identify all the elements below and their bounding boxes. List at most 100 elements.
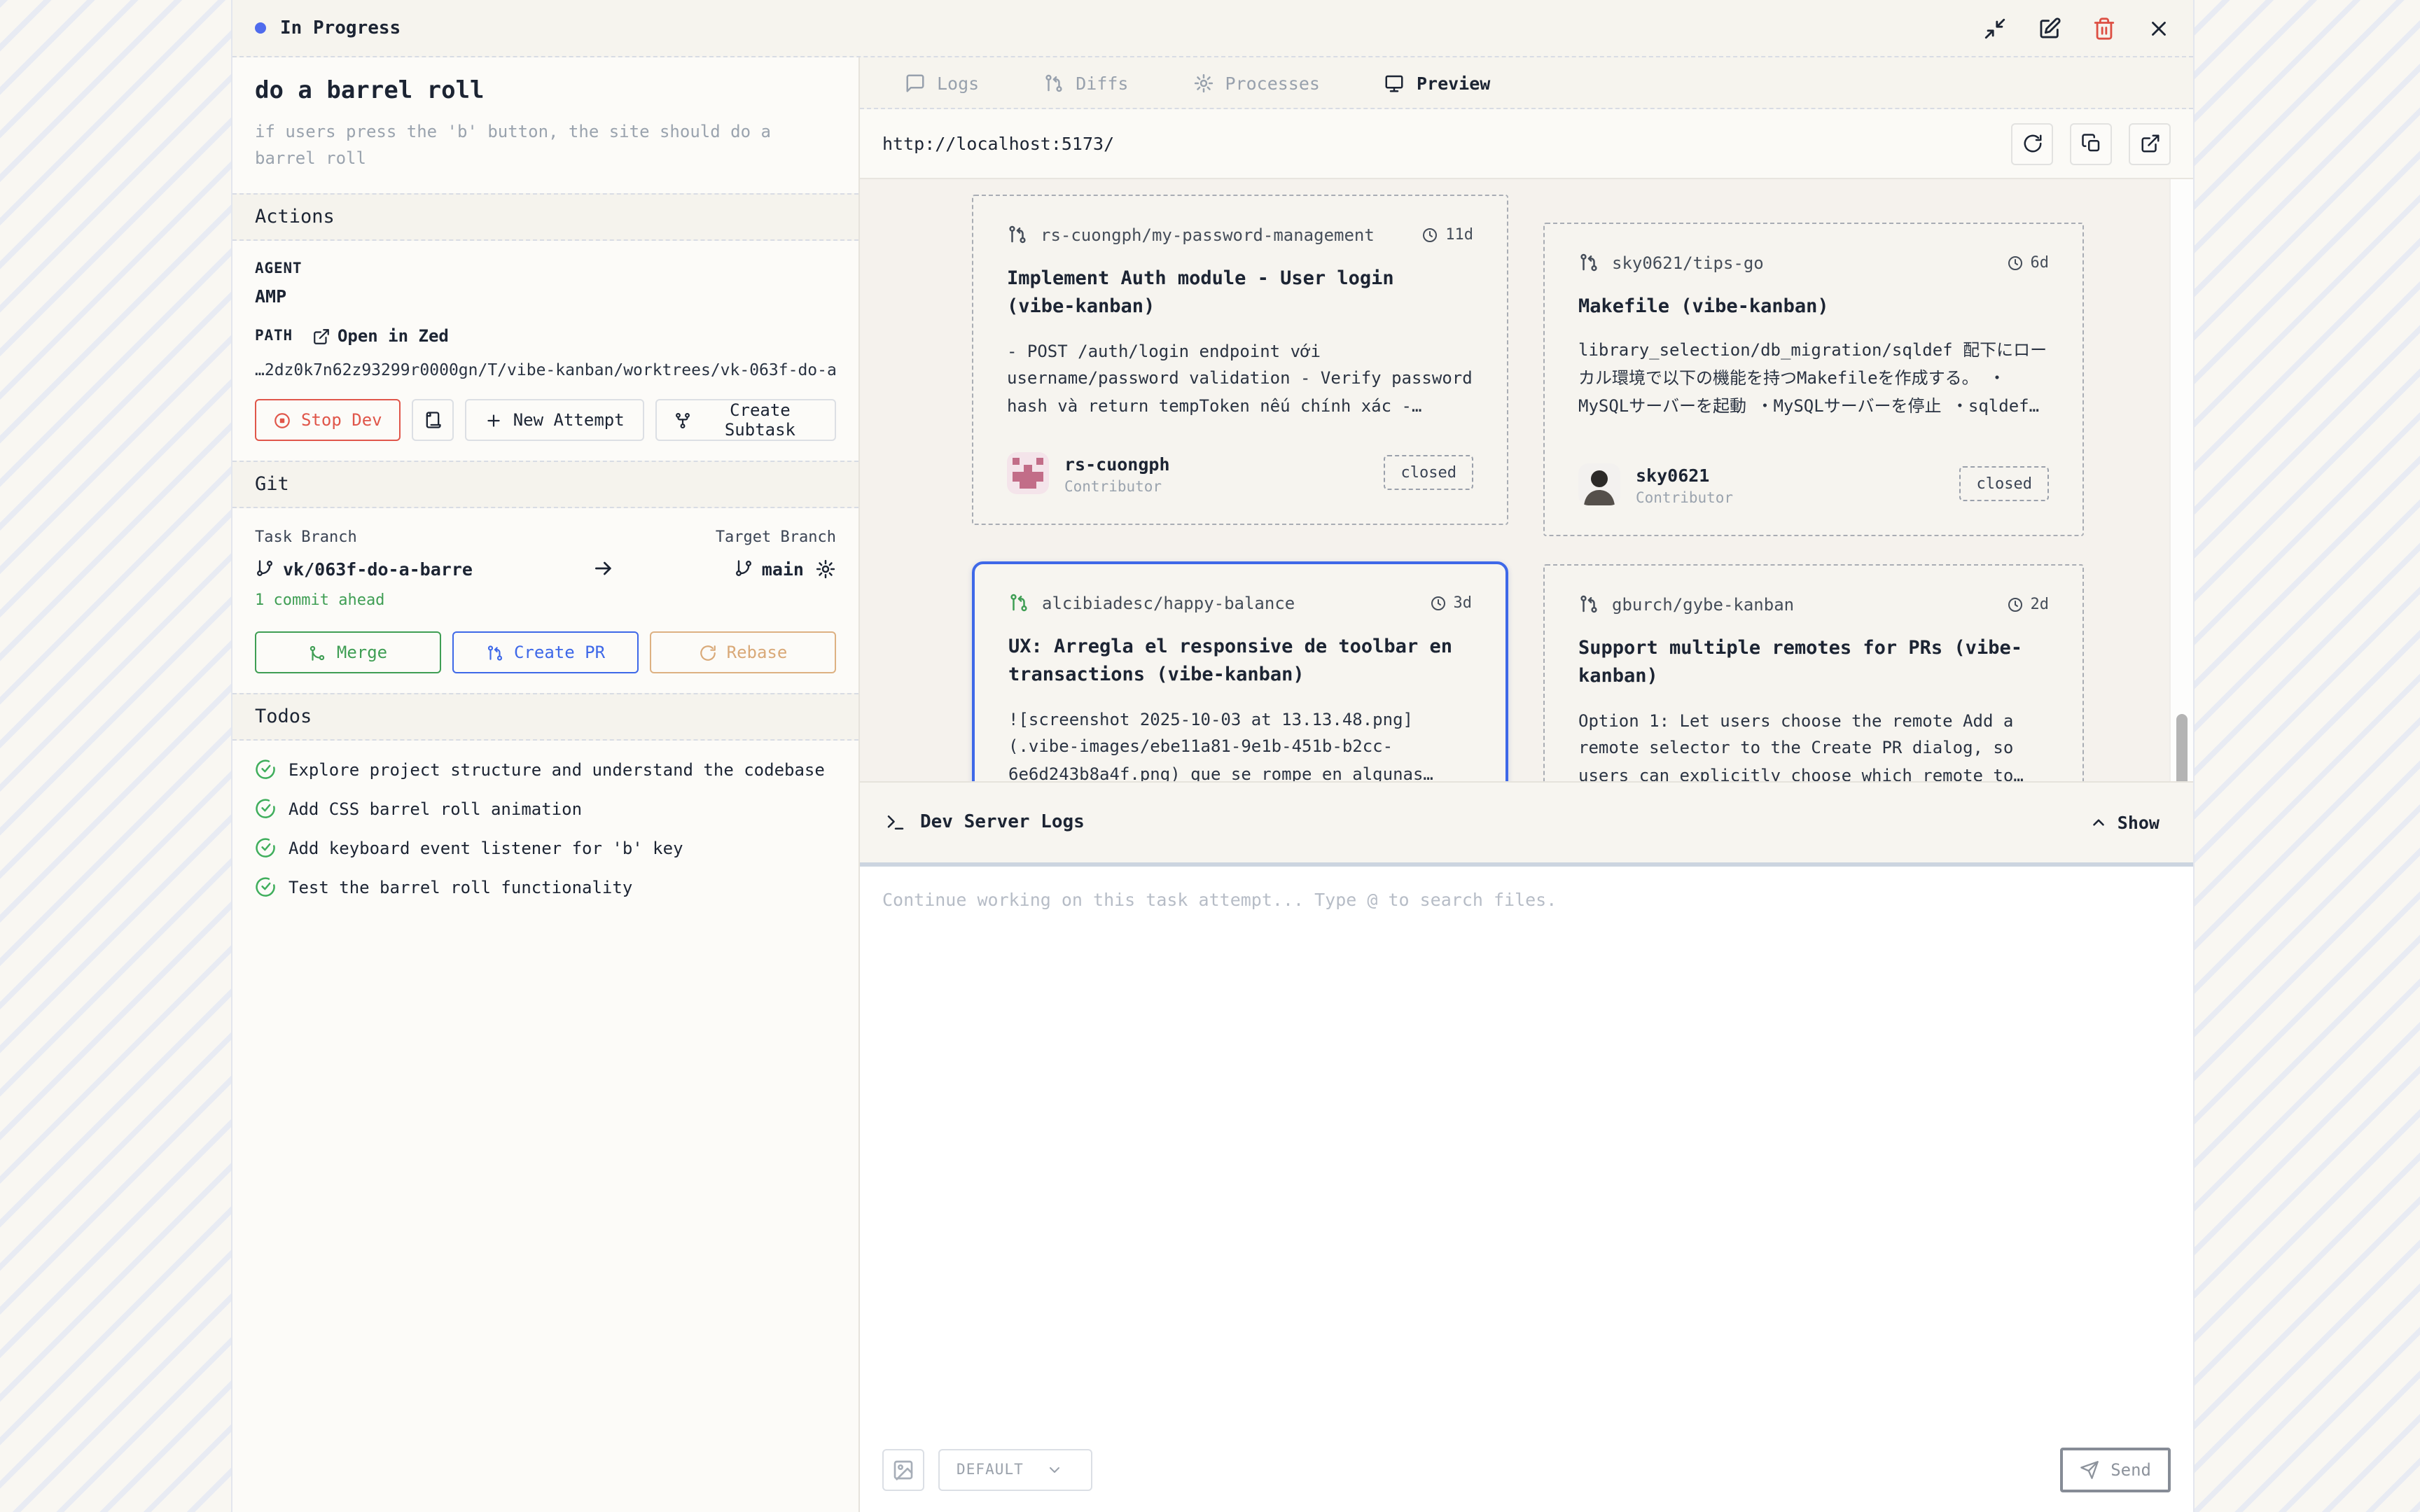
- rebase-button[interactable]: Rebase: [650, 631, 836, 674]
- status-badge: closed: [1959, 466, 2049, 501]
- card-user: rs-cuongph: [1064, 454, 1170, 475]
- desktop-background: In Progress do a barrel roll if users pr…: [0, 0, 2420, 1512]
- kanban-card[interactable]: gburch/gybe-kanban 2d Support multiple r…: [1543, 564, 2084, 780]
- tab-diffs[interactable]: Diffs: [1035, 71, 1136, 94]
- external-link-icon: [2139, 133, 2160, 154]
- task-branch-value: vk/063f-do-a-barre: [255, 558, 473, 579]
- agent-value: AMP: [255, 286, 287, 307]
- todos-section-header: Todos: [232, 693, 858, 741]
- plus-icon: [485, 411, 503, 429]
- todo-item: Test the barrel roll functionality: [255, 876, 836, 897]
- git-pull-request-icon: [486, 643, 504, 662]
- card-age: 3d: [1453, 594, 1473, 612]
- todo-item: Explore project structure and understand…: [255, 760, 836, 780]
- git-merge-icon: [309, 643, 327, 662]
- worktree-path: …2dz0k7n62z93299r0000gn/T/vibe-kanban/wo…: [255, 360, 836, 380]
- commits-ahead-label: 1 commit ahead: [255, 591, 385, 610]
- kanban-card[interactable]: sky0621/tips-go 6d Makefile (vibe-kanban…: [1543, 223, 2084, 536]
- image-icon: [892, 1459, 915, 1481]
- task-branch-label: Task Branch: [255, 528, 357, 547]
- clock-icon: [1421, 226, 1438, 243]
- tab-preview[interactable]: Preview: [1376, 71, 1498, 94]
- kanban-card-selected[interactable]: alcibiadesc/happy-balance 3d UX: Arregla…: [972, 561, 1508, 780]
- kanban-card[interactable]: rs-cuongph/my-password-management 11d Im…: [972, 195, 1508, 525]
- git-pull-request-icon: [1578, 252, 1599, 273]
- refresh-icon: [699, 643, 717, 662]
- send-icon: [2080, 1460, 2099, 1480]
- preview-url-bar: http://localhost:5173/: [860, 109, 2193, 179]
- close-icon: [2147, 16, 2171, 40]
- todo-item: Add CSS barrel roll animation: [255, 799, 836, 819]
- attach-image-button[interactable]: [882, 1449, 924, 1491]
- delete-task-button[interactable]: [2092, 16, 2116, 40]
- open-in-zed-link[interactable]: Open in Zed: [312, 326, 449, 346]
- new-attempt-button[interactable]: New Attempt: [464, 399, 645, 442]
- target-branch-label: Target Branch: [715, 528, 836, 547]
- actions-section: AGENT AMP PATH Open in Zed …2dz0k7n62z93…: [232, 241, 858, 461]
- close-modal-button[interactable]: [2147, 16, 2171, 40]
- copy-icon: [2080, 133, 2101, 154]
- create-subtask-button[interactable]: Create Subtask: [655, 399, 837, 442]
- attempt-tabs: Logs Diffs Processes Preview: [860, 57, 2193, 109]
- refresh-icon: [2022, 133, 2043, 154]
- clock-icon: [1430, 594, 1447, 611]
- card-user-role: Contributor: [1064, 479, 1162, 496]
- card-title: Implement Auth module - User login (vibe…: [1007, 267, 1394, 318]
- gear-icon: [815, 558, 836, 579]
- git-branch-icon: [734, 559, 753, 578]
- edit-task-button[interactable]: [2038, 16, 2061, 40]
- show-logs-toggle[interactable]: Show: [2081, 810, 2168, 834]
- card-description: library_selection/db_migration/sqldef 配下…: [1578, 340, 2047, 416]
- git-pull-request-icon: [1007, 224, 1028, 245]
- minimize-button[interactable]: [1983, 16, 2007, 40]
- card-title: UX: Arregla el responsive de toolbar en …: [1008, 636, 1452, 687]
- copy-url-button[interactable]: [2070, 122, 2112, 164]
- card-repo: rs-cuongph/my-password-management: [1041, 225, 1375, 244]
- dev-server-logs-label: Dev Server Logs: [920, 811, 1085, 832]
- git-pull-request-icon: [1043, 72, 1064, 93]
- dev-logs-button[interactable]: [411, 399, 454, 442]
- open-external-button[interactable]: [2129, 122, 2171, 164]
- git-section: Task Branch Target Branch vk/063f-do-a-b…: [232, 508, 858, 693]
- status-dot: [255, 22, 266, 34]
- task-description: if users press the 'b' button, the site …: [255, 122, 771, 168]
- monitor-icon: [1384, 72, 1405, 93]
- check-circle-icon: [255, 798, 276, 819]
- avatar: [1578, 463, 1620, 505]
- tab-processes[interactable]: Processes: [1185, 71, 1328, 94]
- card-description: - POST /auth/login endpoint với username…: [1007, 341, 1473, 416]
- stop-dev-button[interactable]: Stop Dev: [255, 399, 401, 442]
- followup-input[interactable]: Continue working on this task attempt...…: [882, 888, 2171, 972]
- task-title: do a barrel roll: [255, 77, 485, 105]
- gear-icon: [1193, 72, 1214, 93]
- create-pr-button[interactable]: Create PR: [452, 631, 639, 674]
- modal-header: In Progress: [232, 0, 2193, 57]
- check-circle-icon: [255, 837, 276, 858]
- scrollbar-thumb[interactable]: [2176, 714, 2188, 780]
- followup-composer: Continue working on this task attempt...…: [860, 866, 2193, 1512]
- card-age: 2d: [2030, 595, 2050, 613]
- trash-icon: [2092, 16, 2116, 40]
- refresh-preview-button[interactable]: [2011, 122, 2053, 164]
- card-description: ![screenshot 2025-10-03 at 13.13.48.png]…: [1008, 709, 1433, 780]
- target-branch-value: main: [734, 558, 804, 579]
- preview-scrollbar[interactable]: [2169, 179, 2193, 780]
- chevron-up-icon: [2089, 813, 2108, 831]
- clock-icon: [2007, 596, 2024, 612]
- preview-url[interactable]: http://localhost:5173/: [882, 133, 1114, 154]
- card-repo: sky0621/tips-go: [1612, 253, 1764, 272]
- clock-icon: [2007, 254, 2024, 271]
- git-branch-icon: [255, 559, 274, 578]
- tab-logs[interactable]: Logs: [896, 71, 987, 94]
- git-pull-request-icon: [1578, 594, 1599, 615]
- stop-circle-icon: [273, 411, 291, 429]
- send-button[interactable]: Send: [2060, 1448, 2171, 1492]
- task-details-modal: In Progress do a barrel roll if users pr…: [231, 0, 2195, 1512]
- profile-select[interactable]: DEFAULT: [938, 1449, 1092, 1491]
- status-label: In Progress: [280, 18, 401, 38]
- check-circle-icon: [255, 876, 276, 897]
- target-branch-settings-button[interactable]: [815, 558, 836, 579]
- card-repo: gburch/gybe-kanban: [1612, 594, 1795, 614]
- merge-button[interactable]: Merge: [255, 631, 441, 674]
- card-age: 11d: [1445, 225, 1473, 244]
